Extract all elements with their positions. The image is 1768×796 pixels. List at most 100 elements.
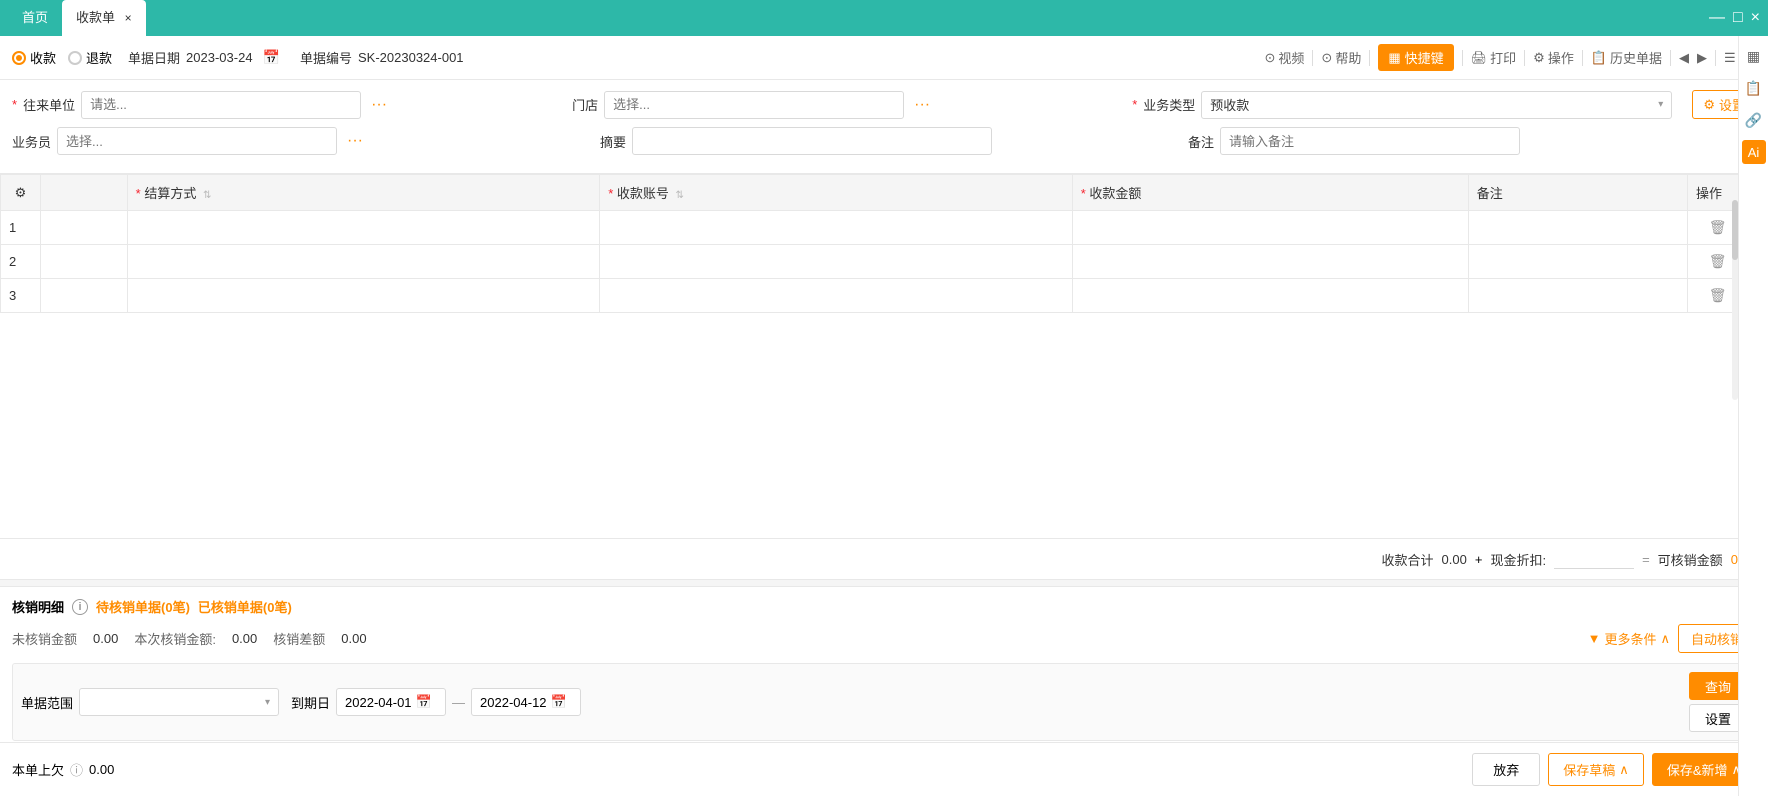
- th-amount: * 收款金额: [1072, 175, 1468, 211]
- tab-links: 待核销单据(0笔) 已核销单据(0笔): [96, 597, 292, 616]
- radio-refund[interactable]: 退款: [68, 48, 112, 67]
- print-btn[interactable]: 🖨 打印: [1471, 48, 1517, 67]
- maximize-icon[interactable]: □: [1733, 9, 1743, 27]
- scrollbar-thumb[interactable]: [1732, 200, 1738, 260]
- td-account-2[interactable]: [600, 245, 1073, 279]
- td-no-1: 1: [1, 211, 41, 245]
- td-settle-3[interactable]: [127, 279, 600, 313]
- radio-group: 收款 退款: [12, 48, 112, 67]
- info-icon-footer[interactable]: ⓘ: [70, 760, 83, 779]
- tab-close-icon[interactable]: ×: [125, 11, 132, 25]
- help-icon: ⊙: [1321, 50, 1332, 66]
- td-no-2: 2: [1, 245, 41, 279]
- td-note-1[interactable]: [1468, 211, 1687, 245]
- range-select[interactable]: ▾: [79, 688, 279, 716]
- sidebar-ai-icon[interactable]: Ai: [1742, 140, 1766, 164]
- td-note-3[interactable]: [1468, 279, 1687, 313]
- operation-btn[interactable]: ⚙ 操作: [1533, 48, 1574, 67]
- chevron-down-icon: ▾: [1658, 99, 1663, 110]
- video-btn[interactable]: ⊙ 视频: [1264, 48, 1304, 67]
- more-conditions-btn[interactable]: ▼ 更多条件 ∧: [1588, 629, 1670, 648]
- td-empty-2: [41, 245, 128, 279]
- note-field: 备注: [1188, 127, 1756, 155]
- total-value: 0.00: [1442, 552, 1467, 567]
- td-settle-1[interactable]: [127, 211, 600, 245]
- sort-icon-2: ⇅: [676, 190, 684, 201]
- due-date-field: 到期日 2022-04-01 📅 — 2022-04-12 📅: [291, 688, 581, 716]
- salesperson-more-icon[interactable]: ···: [343, 132, 367, 150]
- radio-receipt[interactable]: 收款: [12, 48, 56, 67]
- list-view-icon[interactable]: ☰: [1724, 50, 1736, 66]
- discount-input[interactable]: [1554, 549, 1634, 569]
- number-field: 单据编号 SK-20230324-001: [300, 48, 464, 67]
- tab-home[interactable]: 首页: [8, 0, 62, 36]
- sidebar-doc-icon[interactable]: 📋: [1742, 76, 1766, 100]
- nav-next-icon[interactable]: ▶: [1697, 50, 1707, 66]
- counterparty-more-icon[interactable]: ···: [367, 96, 391, 114]
- discount-label: 现金折扣:: [1490, 550, 1546, 569]
- counterparty-input[interactable]: [81, 91, 361, 119]
- form-row-1: * 往来单位 ··· 门店 ··· * 业务类型 预收款 ▾ ⚙ 设置: [12, 90, 1756, 119]
- minimize-icon[interactable]: —: [1709, 9, 1725, 27]
- store-more-icon[interactable]: ···: [910, 96, 934, 114]
- business-type-label: 业务类型: [1143, 95, 1195, 114]
- video-icon: ⊙: [1264, 50, 1275, 66]
- form-row-2: 业务员 ··· 摘要 备注: [12, 127, 1756, 155]
- delete-icon-2[interactable]: 🗑: [1709, 253, 1727, 270]
- date-to-value: 2022-04-12: [480, 695, 547, 710]
- salesperson-field: 业务员 ···: [12, 127, 580, 155]
- close-icon[interactable]: ×: [1751, 9, 1760, 27]
- nav-prev-icon[interactable]: ◀: [1679, 50, 1689, 66]
- store-input[interactable]: [604, 91, 904, 119]
- note-input[interactable]: [1220, 127, 1520, 155]
- sidebar-attach-icon[interactable]: 🔗: [1742, 108, 1766, 132]
- salesperson-input[interactable]: [57, 127, 337, 155]
- delete-icon-1[interactable]: 🗑: [1709, 219, 1727, 236]
- abandon-btn[interactable]: 放弃: [1472, 753, 1540, 786]
- radio-receipt-dot: [12, 51, 26, 65]
- divider-6: [1670, 50, 1671, 66]
- equals-sign: =: [1642, 552, 1650, 567]
- required-mark-1: *: [12, 97, 17, 112]
- date-from-input[interactable]: 2022-04-01 📅: [336, 688, 446, 716]
- td-note-2[interactable]: [1468, 245, 1687, 279]
- td-account-1[interactable]: [600, 211, 1073, 245]
- history-btn[interactable]: 📋 历史单据: [1591, 48, 1662, 67]
- filter-actions: ▼ 更多条件 ∧ 自动核销: [1588, 624, 1756, 653]
- due-label: 到期日: [291, 693, 330, 712]
- done-link[interactable]: 已核销单据(0笔): [198, 597, 292, 616]
- th-settings[interactable]: ⚙: [1, 175, 41, 211]
- history-icon: 📋: [1591, 50, 1607, 66]
- summary-input[interactable]: [632, 127, 992, 155]
- sort-icon-1: ⇅: [203, 190, 211, 201]
- delete-icon-3[interactable]: 🗑: [1709, 287, 1727, 304]
- td-settle-2[interactable]: [127, 245, 600, 279]
- required-mark-2: *: [1132, 97, 1137, 112]
- tab-receipt[interactable]: 收款单 ×: [62, 0, 146, 36]
- toolbar-right: ⊙ 视频 ⊙ 帮助 ▦ 快捷键 🖨 打印 ⚙ 操作: [1264, 44, 1756, 71]
- date-to-input[interactable]: 2022-04-12 📅: [471, 688, 581, 716]
- scrollbar-track[interactable]: [1732, 200, 1738, 400]
- summary-label: 摘要: [600, 132, 626, 151]
- calendar-icon[interactable]: 📅: [259, 47, 284, 68]
- pending-link[interactable]: 待核销单据(0笔): [96, 597, 190, 616]
- help-btn[interactable]: ⊙ 帮助: [1321, 48, 1361, 67]
- date-value: 2023-03-24: [186, 50, 253, 65]
- plus-sign: +: [1475, 552, 1483, 567]
- counterparty-label: 往来单位: [23, 95, 75, 114]
- business-type-field: * 业务类型 预收款 ▾: [1132, 91, 1672, 119]
- td-account-3[interactable]: [600, 279, 1073, 313]
- chevron-up-icon: ∧: [1660, 631, 1670, 647]
- td-amount-2[interactable]: [1072, 245, 1468, 279]
- divider-4: [1524, 50, 1525, 66]
- shortcut-btn[interactable]: ▦ 快捷键: [1378, 44, 1453, 71]
- print-icon: 🖨: [1471, 50, 1488, 66]
- sidebar-table-icon[interactable]: ▦: [1742, 44, 1766, 68]
- business-type-select[interactable]: 预收款 ▾: [1201, 91, 1672, 119]
- counterparty-field: * 往来单位 ···: [12, 91, 552, 119]
- shortcut-icon: ▦: [1388, 50, 1400, 66]
- td-amount-1[interactable]: [1072, 211, 1468, 245]
- td-amount-3[interactable]: [1072, 279, 1468, 313]
- save-draft-btn[interactable]: 保存草稿 ∧: [1548, 753, 1644, 786]
- info-icon[interactable]: i: [72, 599, 88, 615]
